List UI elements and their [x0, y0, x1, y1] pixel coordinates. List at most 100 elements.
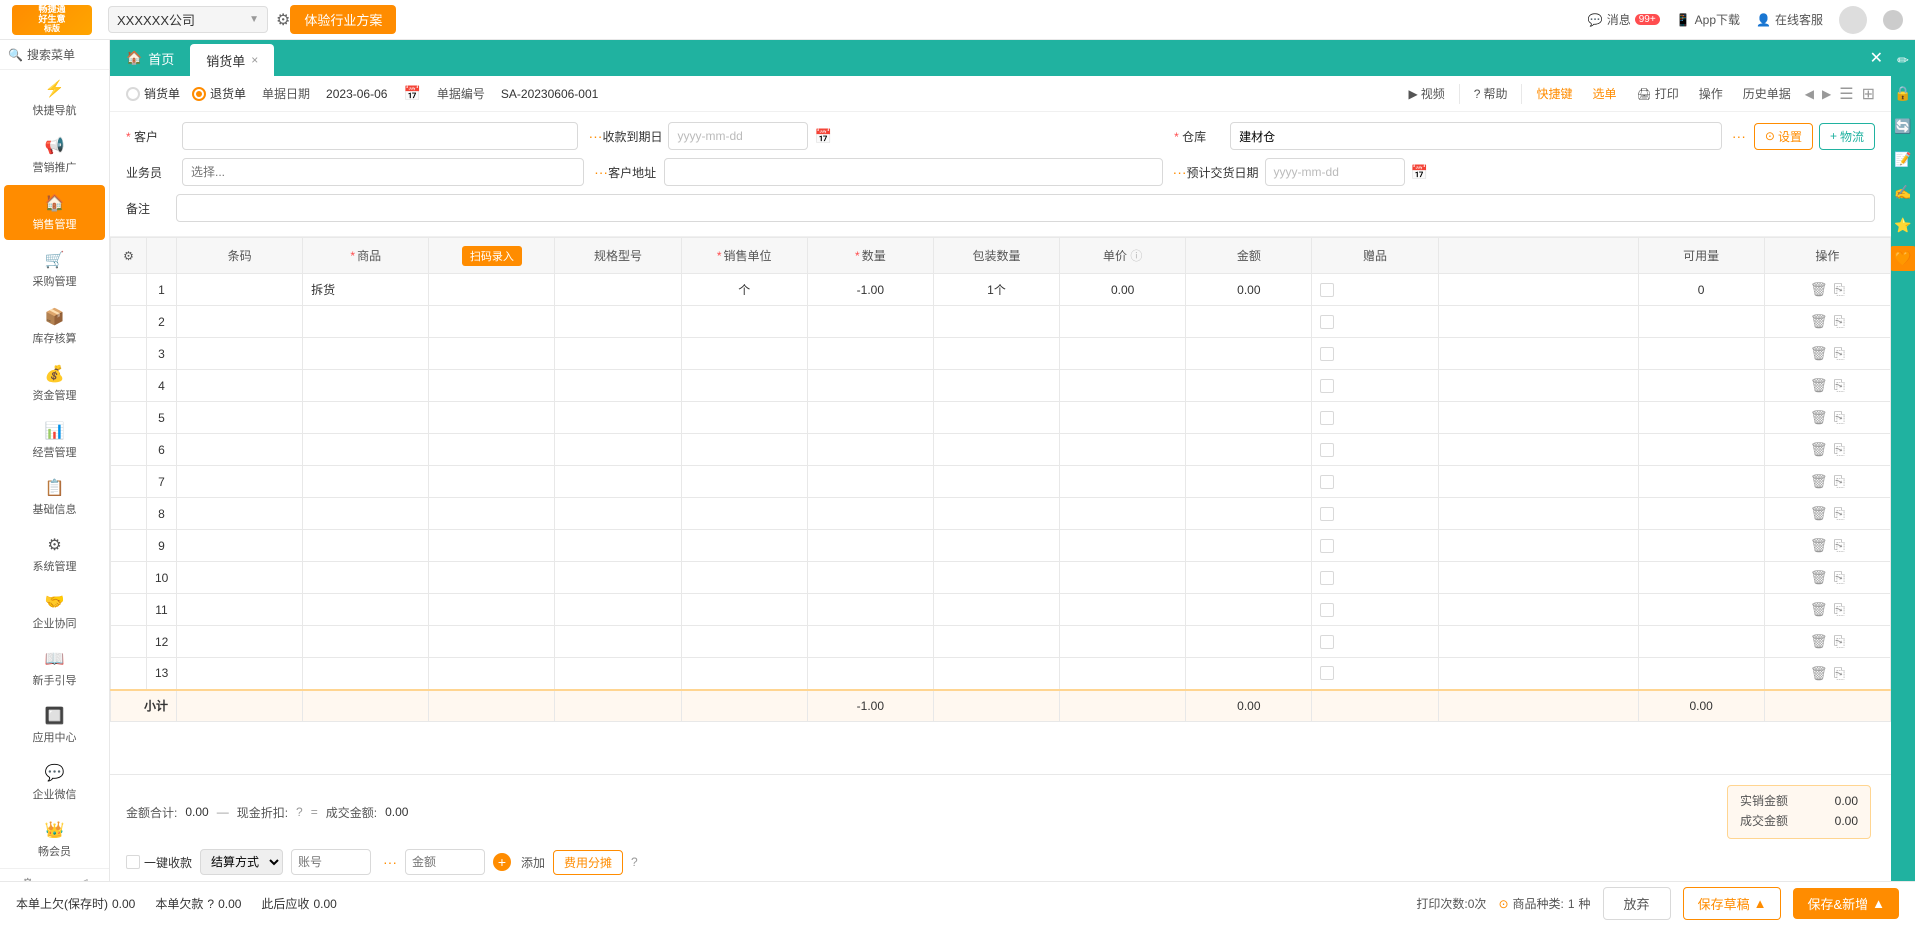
gift-checkbox[interactable] — [1320, 411, 1334, 425]
view-list-icon[interactable]: ☰ — [1839, 84, 1853, 104]
cell-pkg[interactable] — [933, 498, 1059, 530]
cell-qty[interactable] — [807, 402, 933, 434]
copy-row-icon[interactable]: ⎘ — [1834, 281, 1845, 298]
copy-row-icon[interactable]: ⎘ — [1834, 377, 1845, 394]
cell-barcode[interactable] — [177, 594, 303, 626]
cell-price[interactable] — [1060, 562, 1186, 594]
copy-row-icon[interactable]: ⎘ — [1834, 505, 1845, 522]
discard-button[interactable]: 放弃 — [1603, 887, 1671, 920]
settings-button[interactable]: ⊙ 设置 — [1754, 123, 1813, 150]
cell-pkg[interactable] — [933, 530, 1059, 562]
sidebar-item-collab[interactable]: 🤝 企业协同 — [4, 584, 105, 639]
nav-next-icon[interactable]: ▶ — [1822, 87, 1831, 101]
cell-pkg[interactable] — [933, 466, 1059, 498]
cell-gift[interactable] — [1312, 498, 1438, 530]
save-new-button[interactable]: 保存&新增 ▲ — [1793, 888, 1899, 919]
logistics-button[interactable]: + 物流 — [1819, 123, 1875, 150]
cell-barcode[interactable] — [177, 530, 303, 562]
cell-gift[interactable] — [1312, 466, 1438, 498]
delete-row-icon[interactable]: 🗑 — [1810, 441, 1828, 458]
cell-gift[interactable] — [1312, 434, 1438, 466]
nav-prev-icon[interactable]: ◀ — [1805, 87, 1814, 101]
cell-price[interactable] — [1060, 338, 1186, 370]
cell-goods[interactable] — [303, 530, 429, 562]
copy-row-icon[interactable]: ⎘ — [1834, 665, 1845, 682]
gift-checkbox[interactable] — [1320, 347, 1334, 361]
cell-desc[interactable] — [1438, 338, 1638, 370]
one-click-pay-check[interactable] — [126, 855, 140, 869]
cell-goods[interactable] — [303, 306, 429, 338]
cell-amount[interactable] — [1186, 594, 1312, 626]
rp-note-icon[interactable]: 📝 — [1890, 147, 1915, 172]
cell-price[interactable] — [1060, 594, 1186, 626]
cell-barcode[interactable] — [177, 402, 303, 434]
delete-row-icon[interactable]: 🗑 — [1810, 569, 1828, 586]
gift-checkbox[interactable] — [1320, 603, 1334, 617]
cell-goods[interactable] — [303, 402, 429, 434]
cell-gift[interactable] — [1312, 370, 1438, 402]
cell-gift[interactable] — [1312, 562, 1438, 594]
sidebar-item-system[interactable]: ⚙ 系统管理 — [4, 527, 105, 582]
customer-addr-input[interactable] — [664, 158, 1162, 186]
cell-pkg[interactable]: 1个 — [933, 274, 1059, 306]
cell-spec[interactable] — [555, 370, 681, 402]
copy-row-icon[interactable]: ⎘ — [1834, 601, 1845, 618]
cell-qty[interactable] — [807, 338, 933, 370]
delete-row-icon[interactable]: 🗑 — [1810, 345, 1828, 362]
rp-star-icon[interactable]: ⭐ — [1890, 213, 1915, 238]
cell-desc[interactable] — [1438, 402, 1638, 434]
cell-amount[interactable] — [1186, 466, 1312, 498]
expense-help-icon[interactable]: ? — [631, 855, 638, 869]
cell-spec[interactable] — [555, 402, 681, 434]
cell-pkg[interactable] — [933, 306, 1059, 338]
cell-amount[interactable] — [1186, 530, 1312, 562]
delete-row-icon[interactable]: 🗑 — [1810, 409, 1828, 426]
cell-goods[interactable] — [303, 594, 429, 626]
payment-date-input[interactable]: yyyy-mm-dd — [668, 122, 808, 150]
cell-gift[interactable] — [1312, 658, 1438, 690]
cell-amount[interactable]: 0.00 — [1186, 274, 1312, 306]
cell-desc[interactable] — [1438, 498, 1638, 530]
gift-checkbox[interactable] — [1320, 379, 1334, 393]
trial-button[interactable]: 体验行业方案 — [290, 5, 396, 34]
cell-spec[interactable] — [555, 306, 681, 338]
pay-method-select[interactable]: 结算方式 — [200, 849, 283, 875]
calendar-icon[interactable]: 📅 — [403, 85, 420, 102]
cell-desc[interactable] — [1438, 562, 1638, 594]
online-service-action[interactable]: 👤 在线客服 — [1756, 11, 1823, 28]
cell-barcode[interactable] — [177, 562, 303, 594]
delete-row-icon[interactable]: 🗑 — [1810, 281, 1828, 298]
cell-goods[interactable] — [303, 434, 429, 466]
cell-amount[interactable] — [1186, 626, 1312, 658]
goods-type-icon[interactable]: ⊙ — [1498, 897, 1508, 911]
cell-spec[interactable] — [555, 274, 681, 306]
cell-desc[interactable] — [1438, 466, 1638, 498]
rp-lock-icon[interactable]: 🔒 — [1890, 81, 1915, 106]
cell-price[interactable] — [1060, 498, 1186, 530]
delete-row-icon[interactable]: 🗑 — [1810, 377, 1828, 394]
print-btn[interactable]: 🖨 打印 — [1631, 82, 1685, 105]
cell-goods[interactable] — [303, 466, 429, 498]
cell-barcode[interactable] — [177, 274, 303, 306]
cell-price[interactable] — [1060, 466, 1186, 498]
cell-price[interactable] — [1060, 434, 1186, 466]
cell-gift[interactable] — [1312, 306, 1438, 338]
cell-pkg[interactable] — [933, 594, 1059, 626]
cell-barcode[interactable] — [177, 466, 303, 498]
rp-orange-icon[interactable]: 🧡 — [1890, 246, 1915, 271]
add-payment-button[interactable]: + — [493, 853, 511, 871]
cell-qty[interactable]: -1.00 — [807, 274, 933, 306]
cell-price[interactable] — [1060, 530, 1186, 562]
gift-checkbox[interactable] — [1320, 571, 1334, 585]
sidebar-item-guide[interactable]: 📖 新手引导 — [4, 641, 105, 696]
gift-checkbox[interactable] — [1320, 315, 1334, 329]
rp-refresh-icon[interactable]: 🔄 — [1890, 114, 1915, 139]
cell-gift[interactable] — [1312, 594, 1438, 626]
warehouse-input[interactable] — [1230, 122, 1722, 150]
warehouse-more-icon[interactable]: ··· — [1732, 128, 1746, 144]
cell-spec[interactable] — [555, 594, 681, 626]
save-draft-button[interactable]: 保存草稿 ▲ — [1683, 887, 1782, 920]
sidebar-item-operation[interactable]: 📊 经营管理 — [4, 413, 105, 468]
cell-pkg[interactable] — [933, 402, 1059, 434]
cell-amount[interactable] — [1186, 658, 1312, 690]
